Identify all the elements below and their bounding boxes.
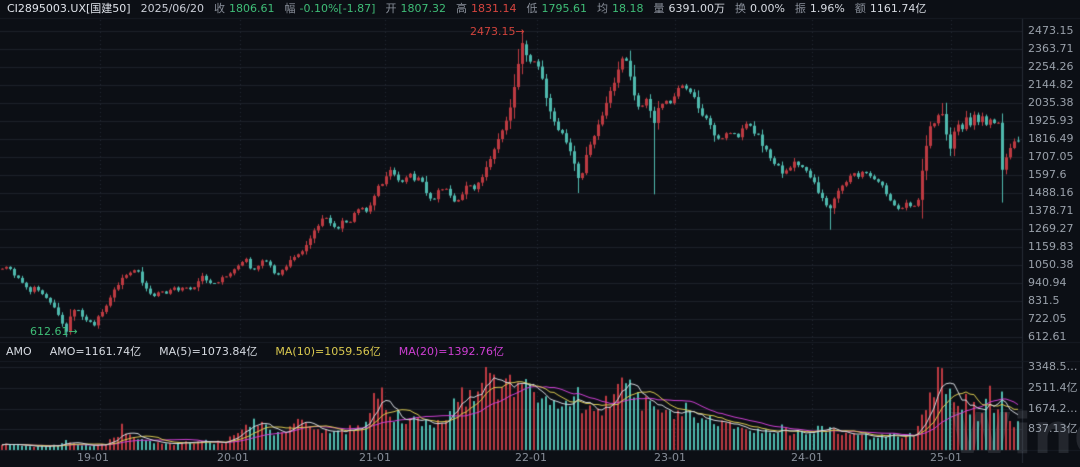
quote-field-value: 18.18 bbox=[612, 0, 644, 18]
quote-field: 额1161.74亿 bbox=[855, 0, 927, 18]
symbol-label: CI2895003.UX[国建50] bbox=[7, 0, 131, 18]
amo-legend-item: AMO bbox=[6, 345, 32, 359]
quote-field: 收1806.61 bbox=[214, 0, 275, 18]
amo-legend-item: MA(20)=1392.76亿 bbox=[399, 345, 504, 359]
quote-fields: 收1806.61幅-0.10%[-1.87]开1807.32高1831.14低1… bbox=[214, 0, 926, 18]
quote-field-label: 额 bbox=[855, 0, 866, 18]
quote-field: 开1807.32 bbox=[385, 0, 446, 18]
quote-field: 量6391.00万 bbox=[653, 0, 725, 18]
quote-field: 低1795.61 bbox=[526, 0, 587, 18]
quote-field-label: 高 bbox=[456, 0, 467, 18]
quote-field-value: 0.00% bbox=[750, 0, 785, 18]
amo-indicator-row: AMO AMO=1161.74亿 MA(5)=1073.84亿 MA(10)=1059… bbox=[6, 345, 504, 359]
quote-field: 振1.96% bbox=[795, 0, 845, 18]
amo-legend-item: MA(5)=1073.84亿 bbox=[159, 345, 257, 359]
quote-field-label: 振 bbox=[795, 0, 806, 18]
quote-field-value: -0.10%[-1.87] bbox=[299, 0, 375, 18]
quote-field-label: 量 bbox=[653, 0, 664, 18]
quote-field-value: 1807.32 bbox=[400, 0, 446, 18]
quote-field-value: 1161.74亿 bbox=[870, 0, 927, 18]
quote-field: 高1831.14 bbox=[456, 0, 517, 18]
amo-legend-item: AMO=1161.74亿 bbox=[50, 345, 141, 359]
quote-field: 换0.00% bbox=[735, 0, 785, 18]
quote-field-label: 低 bbox=[526, 0, 537, 18]
quote-field-value: 1.96% bbox=[810, 0, 845, 18]
quote-field-value: 1795.61 bbox=[541, 0, 587, 18]
trading-terminal: CI2895003.UX[国建50] 2025/06/20 收1806.61 幅-… bbox=[0, 0, 1080, 463]
amo-legend-item: MA(10)=1059.56亿 bbox=[275, 345, 380, 359]
quote-field: 幅-0.10%[-1.87] bbox=[284, 0, 375, 18]
quote-field-label: 开 bbox=[385, 0, 396, 18]
quote-field-value: 6391.00万 bbox=[668, 0, 725, 18]
quote-bar: CI2895003.UX[国建50] 2025/06/20 收1806.61 幅-… bbox=[0, 0, 1080, 18]
quote-field-label: 幅 bbox=[284, 0, 295, 18]
quote-field-label: 换 bbox=[735, 0, 746, 18]
quote-field: 均18.18 bbox=[597, 0, 644, 18]
kline-canvas[interactable] bbox=[0, 0, 1080, 463]
quote-field-label: 收 bbox=[214, 0, 225, 18]
quote-date: 2025/06/20 bbox=[141, 0, 204, 18]
quote-field-value: 1806.61 bbox=[229, 0, 275, 18]
quote-field-label: 均 bbox=[597, 0, 608, 18]
quote-field-value: 1831.14 bbox=[471, 0, 517, 18]
